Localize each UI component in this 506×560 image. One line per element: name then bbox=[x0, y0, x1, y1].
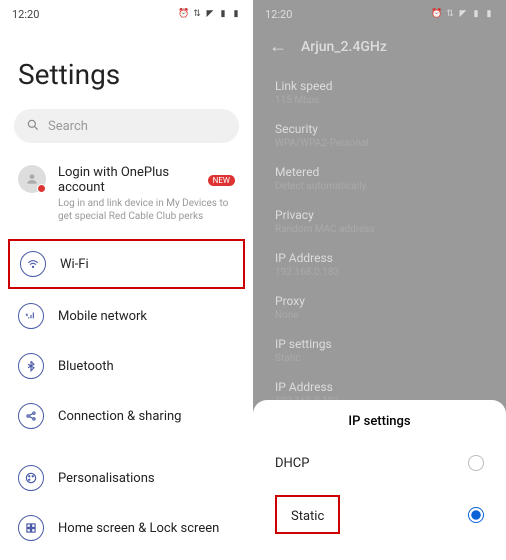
connection-item[interactable]: Connection & sharing bbox=[0, 391, 253, 441]
notification-dot bbox=[37, 184, 46, 193]
status-icons: ⏰ ⇅ ◤ ▮ ▮ bbox=[179, 9, 241, 19]
status-icons: ⏰ ⇅ ◤ ▮ ▮ bbox=[432, 9, 494, 19]
alarm-icon: ⏰ bbox=[432, 9, 442, 19]
login-title: Login with OnePlus account bbox=[58, 165, 202, 195]
link-speed-row[interactable]: Link speed115 Mbps bbox=[253, 71, 506, 114]
palette-icon bbox=[18, 465, 44, 491]
setting-label: Mobile network bbox=[58, 309, 147, 324]
wifi-item[interactable]: Wi-Fi bbox=[8, 239, 245, 289]
alarm-icon: ⏰ bbox=[179, 9, 189, 19]
network-details-screen: 12:20 ⏰ ⇅ ◤ ▮ ▮ ← Arjun_2.4GHz Link spee… bbox=[253, 0, 506, 560]
wifi-icon bbox=[20, 251, 46, 277]
option-label: Static bbox=[291, 509, 324, 524]
ip-settings-sheet: IP settings DHCP Static bbox=[253, 400, 506, 560]
battery-icon: ▮ bbox=[484, 9, 494, 19]
clock: 12:20 bbox=[265, 8, 292, 21]
data-icon: ⇅ bbox=[192, 9, 202, 19]
clock: 12:20 bbox=[12, 8, 39, 21]
new-badge: NEW bbox=[208, 175, 235, 186]
ip-settings-row[interactable]: IP settingsStatic bbox=[253, 329, 506, 372]
radio-icon bbox=[468, 455, 484, 471]
back-icon[interactable]: ← bbox=[269, 36, 287, 57]
signal-status-icon: ▮ bbox=[471, 9, 481, 19]
proxy-row[interactable]: ProxyNone bbox=[253, 286, 506, 329]
bluetooth-item[interactable]: Bluetooth bbox=[0, 341, 253, 391]
personalisations-item[interactable]: Personalisations bbox=[0, 453, 253, 503]
security-row[interactable]: SecurityWPA/WPA2-Personal bbox=[253, 114, 506, 157]
dhcp-option[interactable]: DHCP bbox=[253, 443, 506, 483]
ip-address-row[interactable]: IP Address192.168.0.183 bbox=[253, 243, 506, 286]
mobile-network-item[interactable]: Mobile network bbox=[0, 291, 253, 341]
setting-label: Personalisations bbox=[58, 471, 155, 486]
battery-icon: ▮ bbox=[231, 9, 241, 19]
homescreen-item[interactable]: Home screen & Lock screen bbox=[0, 503, 253, 553]
status-bar: 12:20 ⏰ ⇅ ◤ ▮ ▮ bbox=[0, 0, 253, 28]
page-title: Settings bbox=[0, 28, 253, 109]
signal-icon bbox=[18, 303, 44, 329]
display-item[interactable]: Display & brightness bbox=[0, 553, 253, 560]
search-placeholder: Search bbox=[48, 119, 88, 134]
wifi-status-icon: ◤ bbox=[205, 9, 215, 19]
login-subtitle: Log in and link device in My Devices to … bbox=[58, 197, 235, 223]
setting-label: Wi-Fi bbox=[60, 257, 89, 272]
header: ← Arjun_2.4GHz bbox=[253, 28, 506, 71]
sheet-title: IP settings bbox=[253, 414, 506, 429]
data-icon: ⇅ bbox=[445, 9, 455, 19]
bluetooth-icon bbox=[18, 353, 44, 379]
share-icon bbox=[18, 403, 44, 429]
setting-label: Home screen & Lock screen bbox=[58, 521, 219, 536]
login-item[interactable]: Login with OnePlus account NEW Log in an… bbox=[0, 157, 253, 237]
metered-row[interactable]: MeteredDetect automatically bbox=[253, 157, 506, 200]
search-icon bbox=[26, 117, 40, 136]
avatar bbox=[18, 165, 46, 193]
setting-label: Bluetooth bbox=[58, 359, 114, 374]
setting-label: Connection & sharing bbox=[58, 409, 181, 424]
network-title: Arjun_2.4GHz bbox=[301, 39, 387, 55]
login-text: Login with OnePlus account NEW Log in an… bbox=[58, 165, 235, 223]
settings-screen: 12:20 ⏰ ⇅ ◤ ▮ ▮ Settings Search Login wi… bbox=[0, 0, 253, 560]
grid-icon bbox=[18, 515, 44, 541]
radio-icon bbox=[468, 507, 484, 523]
search-input[interactable]: Search bbox=[14, 109, 239, 143]
privacy-row[interactable]: PrivacyRandom MAC address bbox=[253, 200, 506, 243]
signal-status-icon: ▮ bbox=[218, 9, 228, 19]
static-option[interactable]: Static bbox=[253, 483, 506, 546]
wifi-status-icon: ◤ bbox=[458, 9, 468, 19]
option-label: DHCP bbox=[275, 456, 309, 471]
status-bar: 12:20 ⏰ ⇅ ◤ ▮ ▮ bbox=[253, 0, 506, 28]
